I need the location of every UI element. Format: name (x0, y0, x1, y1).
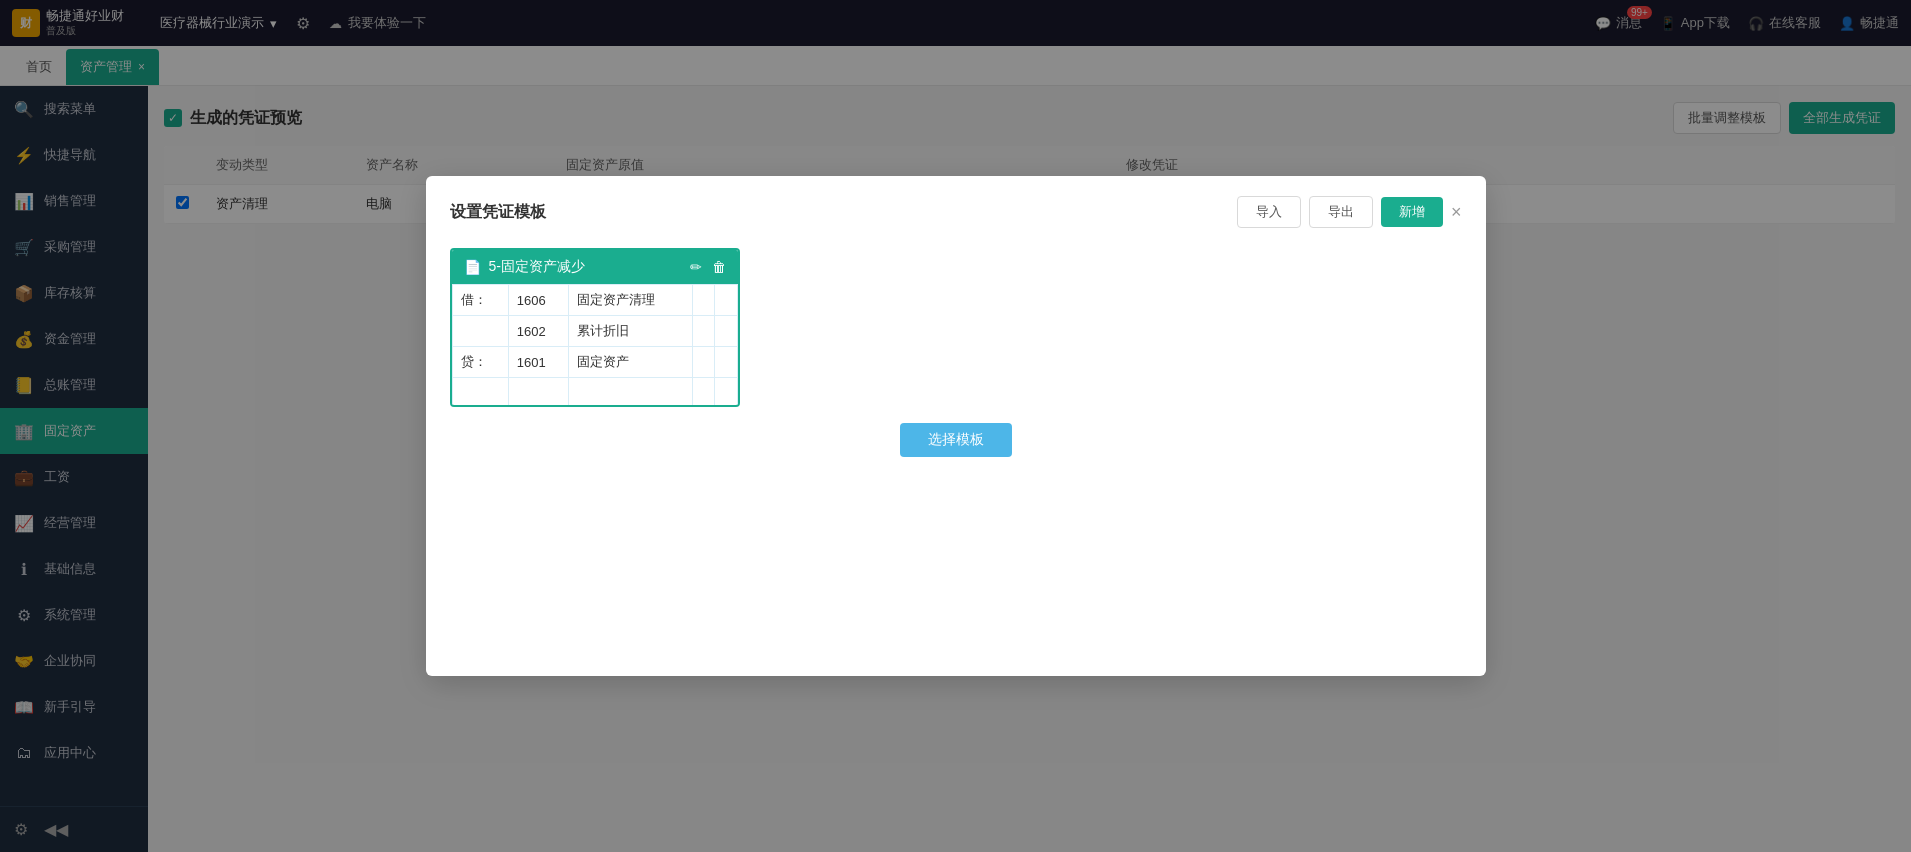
entry-side: 贷： (452, 347, 508, 378)
template-empty-row (452, 378, 737, 406)
select-template-btn[interactable]: 选择模板 (900, 423, 1012, 457)
set-template-dialog: 设置凭证模板 导入 导出 新增 × 📄 5-固定资产减少 (426, 176, 1486, 676)
dialog-overlay: 设置凭证模板 导入 导出 新增 × 📄 5-固定资产减少 (0, 0, 1911, 852)
dialog-body: 📄 5-固定资产减少 ✏ 🗑 借： 1606 固定资产清理 (426, 228, 1486, 487)
export-btn[interactable]: 导出 (1309, 196, 1373, 228)
template-entry-row: 1602 累计折旧 (452, 316, 737, 347)
new-btn[interactable]: 新增 (1381, 197, 1443, 227)
entry-code: 1601 (508, 347, 568, 378)
dialog-title: 设置凭证模板 (450, 202, 546, 223)
entry-code: 1602 (508, 316, 568, 347)
entry-name: 累计折旧 (568, 316, 692, 347)
template-card: 📄 5-固定资产减少 ✏ 🗑 借： 1606 固定资产清理 (450, 248, 740, 407)
template-label: 5-固定资产减少 (489, 258, 585, 276)
template-entries-table: 借： 1606 固定资产清理 1602 累计折旧 贷： (452, 284, 738, 405)
template-entry-row: 借： 1606 固定资产清理 (452, 285, 737, 316)
template-edit-icon[interactable]: ✏ (690, 259, 702, 275)
entry-side: 借： (452, 285, 508, 316)
template-delete-icon[interactable]: 🗑 (712, 259, 726, 275)
entry-name: 固定资产 (568, 347, 692, 378)
entry-name: 固定资产清理 (568, 285, 692, 316)
dialog-header: 设置凭证模板 导入 导出 新增 × (426, 176, 1486, 228)
dialog-toolbar: 导入 导出 新增 (1237, 196, 1443, 228)
template-card-header: 📄 5-固定资产减少 ✏ 🗑 (452, 250, 738, 284)
dialog-close-btn[interactable]: × (1451, 202, 1462, 223)
entry-code: 1606 (508, 285, 568, 316)
template-doc-icon: 📄 (464, 259, 481, 275)
import-btn[interactable]: 导入 (1237, 196, 1301, 228)
template-entry-row: 贷： 1601 固定资产 (452, 347, 737, 378)
entry-side (452, 316, 508, 347)
